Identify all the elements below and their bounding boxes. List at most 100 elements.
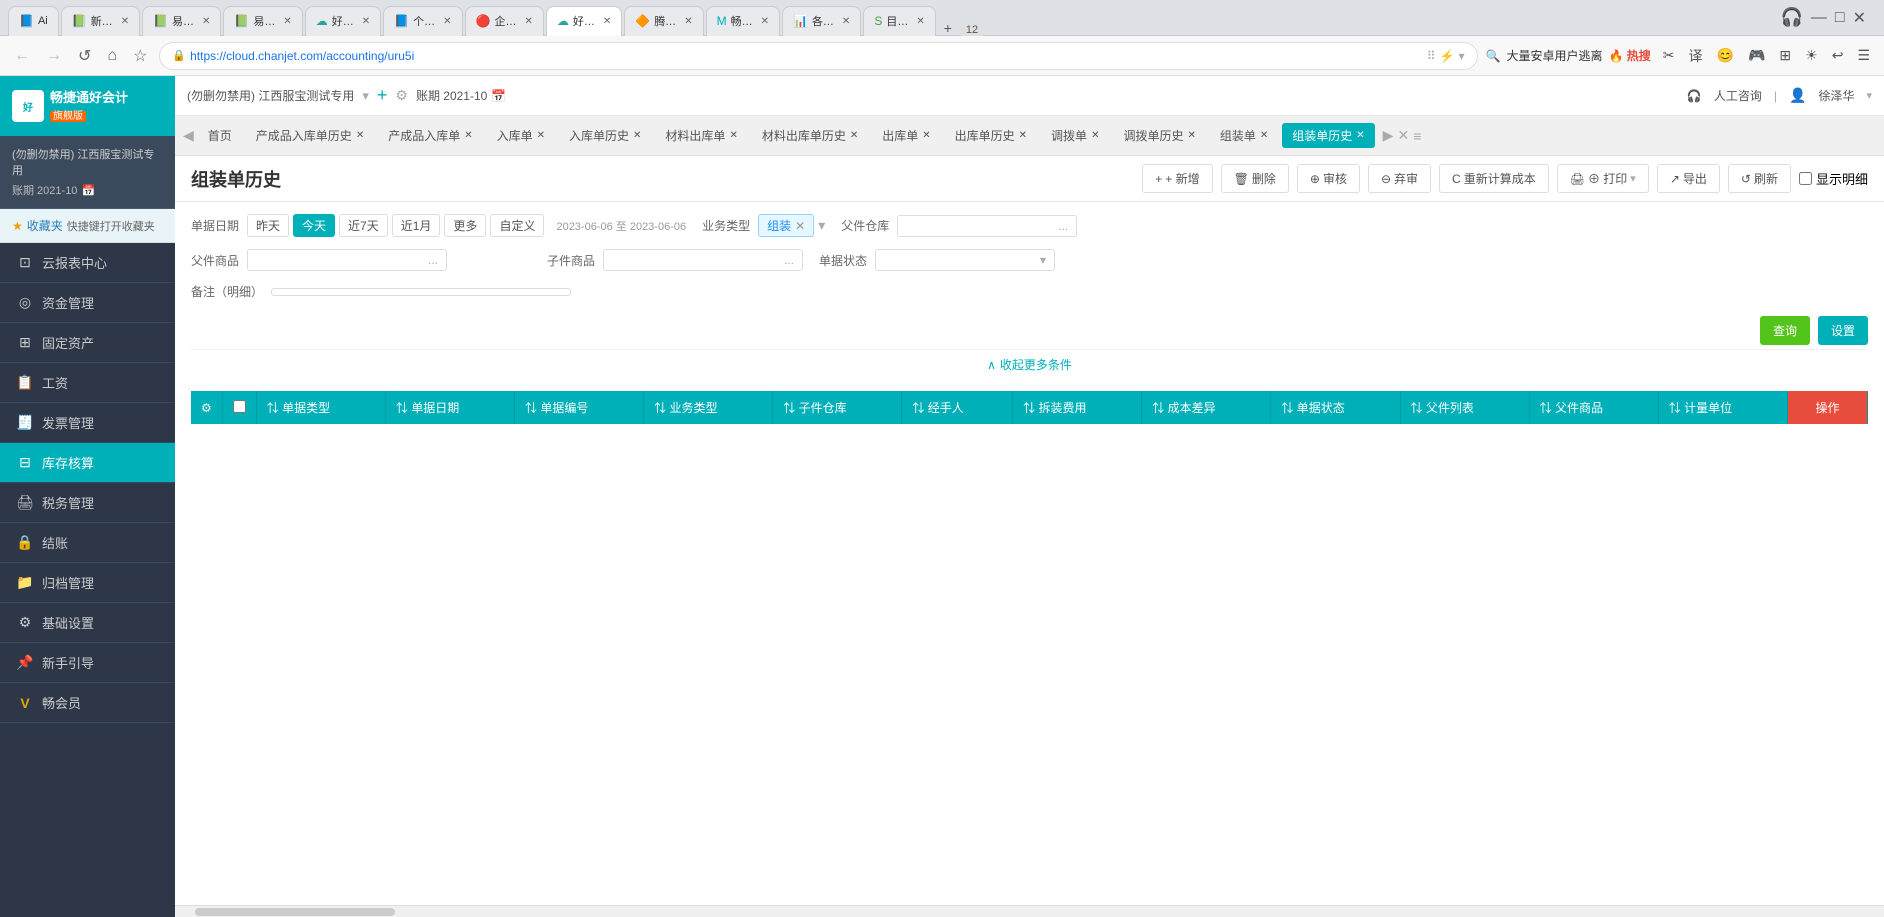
new-btn[interactable]: + + 新增: [1142, 164, 1212, 193]
date-btn-more[interactable]: 更多: [444, 214, 486, 237]
browser-tab-tencent[interactable]: 🔶 腾… ✕: [624, 6, 703, 36]
col-disassemble-fee[interactable]: ⇅ 拆装费用: [1013, 391, 1142, 424]
audit-btn[interactable]: ⊕ 审核: [1297, 164, 1360, 193]
nav-close-all[interactable]: ✕: [1397, 127, 1409, 144]
browser-tab-hao1[interactable]: ☁ 好… ✕: [305, 6, 381, 36]
col-gear[interactable]: ⚙: [191, 391, 222, 424]
reload-btn[interactable]: ↺: [74, 44, 95, 68]
sidebar-item-settle[interactable]: 🔒 结账: [0, 523, 175, 563]
sidebar-item-membership[interactable]: V 畅会员: [0, 683, 175, 723]
sidebar-item-fixed-assets[interactable]: ⊞ 固定资产: [0, 323, 175, 363]
col-unit[interactable]: ⇅ 计量单位: [1658, 391, 1787, 424]
nav-tab-transfer-hist-close[interactable]: ✕: [1187, 130, 1195, 141]
nav-tab-material-out-hist-close[interactable]: ✕: [850, 130, 858, 141]
close-btn[interactable]: ✕: [1853, 8, 1866, 28]
nav-tab-out-hist[interactable]: 出库单历史 ✕: [945, 123, 1037, 148]
nav-tab-out-close[interactable]: ✕: [922, 130, 930, 141]
nav-tab-assemble-hist-close[interactable]: ✕: [1356, 130, 1364, 141]
col-child-warehouse[interactable]: ⇅ 子件仓库: [773, 391, 902, 424]
date-btn-custom[interactable]: 自定义: [490, 214, 544, 237]
abandon-btn[interactable]: ⊖ 弃审: [1368, 164, 1431, 193]
brightness-icon[interactable]: ☀: [1801, 45, 1822, 66]
support-label[interactable]: 人工咨询: [1714, 87, 1762, 104]
nav-tab-in[interactable]: 入库单 ✕: [487, 123, 555, 148]
undo-icon[interactable]: ↩: [1828, 45, 1848, 66]
nav-tab-assemble-close[interactable]: ✕: [1260, 130, 1268, 141]
scroll-bar-bottom[interactable]: [175, 905, 1884, 917]
recalculate-btn[interactable]: C 重新计算成本: [1439, 164, 1549, 193]
browser-tab-ai[interactable]: 📘 Ai: [8, 6, 59, 36]
nav-settings[interactable]: ≡: [1413, 128, 1421, 144]
sidebar-item-settings[interactable]: ⚙ 基础设置: [0, 603, 175, 643]
calendar-small-icon[interactable]: 📅: [491, 89, 506, 103]
scissor-icon[interactable]: ✂: [1659, 45, 1679, 66]
tab-count-badge[interactable]: 12: [960, 24, 984, 36]
col-handler[interactable]: ⇅ 经手人: [902, 391, 1013, 424]
browser-tab-each[interactable]: 📊 各… ✕: [782, 6, 861, 36]
date-btn-today[interactable]: 今天: [293, 214, 335, 237]
back-btn[interactable]: ←: [10, 45, 34, 67]
col-doc-type[interactable]: ⇅ 单据类型: [256, 391, 385, 424]
sidebar-bookmark[interactable]: ★ 收藏夹 快捷键打开收藏夹: [0, 209, 175, 243]
browser-tab-hao2[interactable]: ☁ 好… ✕: [546, 6, 622, 36]
col-parent-goods[interactable]: ⇅ 父件商品: [1529, 391, 1658, 424]
doc-status-select[interactable]: ▾: [875, 249, 1055, 271]
nav-tab-assemble[interactable]: 组装单 ✕: [1210, 123, 1278, 148]
nav-tab-in-close[interactable]: ✕: [537, 130, 545, 141]
select-all-checkbox[interactable]: [233, 400, 246, 413]
nav-collapse-left[interactable]: ◀: [183, 127, 194, 144]
game-icon[interactable]: 🎮: [1744, 45, 1769, 66]
grid-icon[interactable]: ⊞: [1775, 45, 1795, 66]
nav-tab-out-hist-close[interactable]: ✕: [1019, 130, 1027, 141]
col-checkbox[interactable]: [222, 391, 256, 424]
nav-tab-material-out[interactable]: 材料出库单 ✕: [655, 123, 747, 148]
browser-tab-chang[interactable]: M 畅… ✕: [706, 6, 780, 36]
nav-tab-in-hist[interactable]: 入库单历史 ✕: [559, 123, 651, 148]
scroll-thumb[interactable]: [195, 908, 395, 916]
sidebar-item-archive[interactable]: 📁 归档管理: [0, 563, 175, 603]
sidebar-item-inventory[interactable]: ⊟ 库存核算: [0, 443, 175, 483]
child-goods-input[interactable]: ...: [603, 249, 803, 271]
browser-tab-easy2[interactable]: 📗 易… ✕: [223, 6, 302, 36]
minimize-btn[interactable]: —: [1811, 9, 1827, 27]
sidebar-item-capital[interactable]: ◎ 资金管理: [0, 283, 175, 323]
browser-tab-profile[interactable]: 📘 个… ✕: [383, 6, 462, 36]
address-input[interactable]: 🔒 https://cloud.chanjet.com/accounting/u…: [159, 42, 1477, 70]
nav-tab-home[interactable]: 首页: [198, 123, 242, 148]
settings-btn[interactable]: 设置: [1818, 316, 1868, 345]
business-type-dropdown[interactable]: ▾: [818, 217, 825, 234]
business-type-remove[interactable]: ✕: [795, 219, 805, 233]
nav-tab-product-in[interactable]: 产成品入库单 ✕: [378, 123, 482, 148]
sidebar-item-guide[interactable]: 📌 新手引导: [0, 643, 175, 683]
nav-tab-material-out-close[interactable]: ✕: [729, 130, 737, 141]
nav-tab-material-out-hist[interactable]: 材料出库单历史 ✕: [752, 123, 868, 148]
new-tab-btn[interactable]: +: [938, 20, 958, 36]
show-detail-check[interactable]: 显示明细: [1799, 169, 1868, 188]
sidebar-item-tax[interactable]: 🖨 税务管理: [0, 483, 175, 523]
settings-gear-icon[interactable]: ⚙: [395, 87, 408, 104]
sidebar-item-invoice[interactable]: 🧾 发票管理: [0, 403, 175, 443]
nav-collapse-right[interactable]: ▶: [1383, 127, 1394, 144]
parent-goods-input[interactable]: ...: [247, 249, 447, 271]
bookmark-btn[interactable]: ☆: [129, 44, 151, 68]
company-selector[interactable]: (勿删勿禁用) 江西服宝测试专用: [187, 87, 354, 104]
delete-btn[interactable]: 🗑 删除: [1221, 164, 1289, 193]
nav-tab-assemble-hist[interactable]: 组装单历史 ✕: [1282, 123, 1374, 148]
export-btn[interactable]: ↗ 导出: [1657, 164, 1720, 193]
forward-btn[interactable]: →: [42, 45, 66, 67]
nav-tab-transfer-hist[interactable]: 调拨单历史 ✕: [1113, 123, 1205, 148]
parent-warehouse-input[interactable]: ...: [897, 215, 1077, 237]
print-btn[interactable]: 🖨 ⊕ 打印 ▾: [1557, 164, 1649, 193]
date-btn-1month[interactable]: 近1月: [392, 214, 441, 237]
sidebar-item-cloud-reports[interactable]: ⊡ 云报表中心: [0, 243, 175, 283]
date-btn-yesterday[interactable]: 昨天: [247, 214, 289, 237]
show-detail-checkbox[interactable]: [1799, 172, 1812, 185]
sidebar-item-salary[interactable]: 📋 工资: [0, 363, 175, 403]
nav-tab-out[interactable]: 出库单 ✕: [872, 123, 940, 148]
add-company-btn[interactable]: +: [377, 85, 388, 106]
col-doc-num[interactable]: ⇅ 单据编号: [515, 391, 644, 424]
browser-tab-target[interactable]: S 目… ✕: [863, 6, 935, 36]
col-biz-type[interactable]: ⇅ 业务类型: [644, 391, 773, 424]
home-btn[interactable]: ⌂: [103, 45, 121, 67]
query-btn[interactable]: 查询: [1760, 316, 1810, 345]
